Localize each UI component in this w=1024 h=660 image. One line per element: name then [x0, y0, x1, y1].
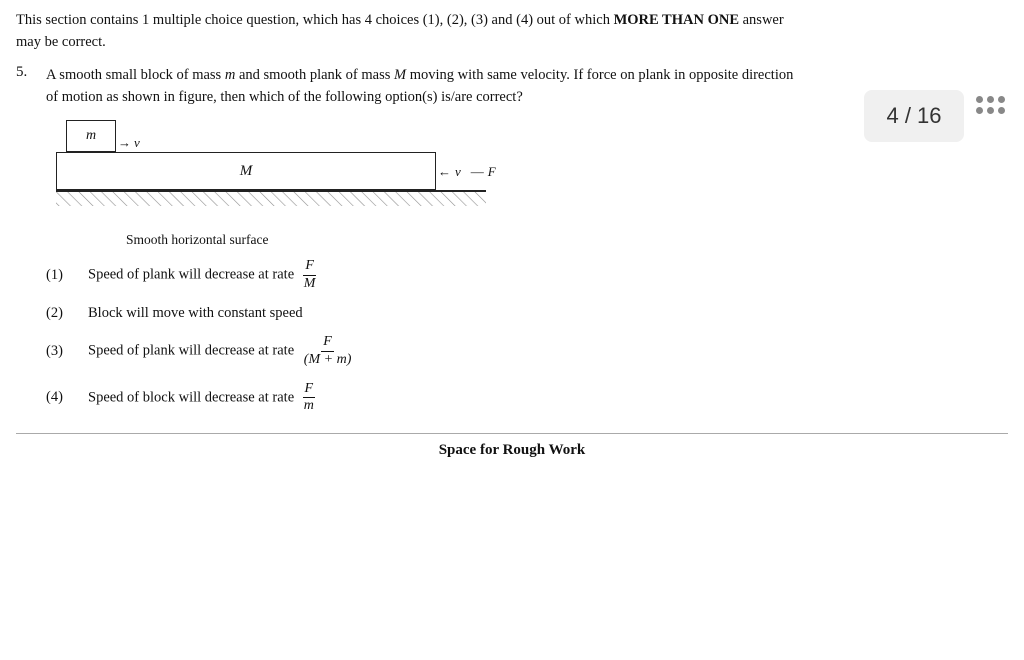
footer-label: Space for Rough Work — [439, 442, 586, 458]
intro-section: This section contains 1 multiple choice … — [16, 10, 796, 54]
fraction-numerator-4: F — [303, 381, 316, 399]
block-m: m — [66, 120, 116, 152]
fraction-numerator-3: F — [321, 334, 334, 352]
fraction-denominator-3: (M + m) — [302, 352, 354, 369]
options-list: (1) Speed of plank will decrease at rate… — [46, 258, 806, 415]
option-4-text: Speed of block will decrease at rate F m — [88, 381, 316, 416]
figure-container: m → v M ← v — F — [56, 118, 576, 228]
option-3-num: (3) — [46, 343, 74, 360]
force-F-label: F — [488, 164, 496, 180]
question-content: A smooth small block of mass m and smoot… — [46, 64, 806, 416]
page: This section contains 1 multiple choice … — [0, 0, 1024, 660]
dot-6 — [998, 107, 1005, 114]
force-area: ← v — F — [438, 164, 496, 180]
option-4-num: (4) — [46, 389, 74, 406]
question-block: 5. A smooth small block of mass m and sm… — [16, 64, 1008, 416]
emphasis-text: MORE THAN ONE — [614, 12, 739, 28]
dot-1 — [976, 96, 983, 103]
plank-M-label: M — [240, 163, 253, 180]
plank-M: M — [56, 152, 436, 190]
dot-2 — [987, 96, 994, 103]
fraction-denominator-4: m — [302, 398, 316, 415]
force-label: — — [471, 164, 484, 180]
hatch-svg — [56, 192, 486, 206]
dot-3 — [998, 96, 1005, 103]
figure-caption: Smooth horizontal surface — [126, 232, 268, 248]
option-1[interactable]: (1) Speed of plank will decrease at rate… — [46, 258, 806, 293]
score-display: 4 / 16 — [886, 103, 941, 129]
velocity-arrow-m: → v — [118, 135, 140, 151]
dot-5 — [987, 107, 994, 114]
option-2-num: (2) — [46, 305, 74, 322]
fraction-F-over-m: F m — [302, 381, 316, 416]
arrow-right-icon: → — [118, 135, 131, 151]
option-1-text: Speed of plank will decrease at rate F M — [88, 258, 317, 293]
fraction-denominator: M — [302, 276, 318, 293]
option-3-text: Speed of plank will decrease at rate F (… — [88, 334, 353, 369]
question-number: 5. — [16, 64, 36, 81]
velocity-label-m: v — [134, 135, 140, 151]
block-m-label: m — [86, 128, 96, 144]
question-text: A smooth small block of mass m and smoot… — [46, 64, 806, 109]
option-4[interactable]: (4) Speed of block will decrease at rate… — [46, 381, 806, 416]
fraction-numerator: F — [303, 258, 316, 276]
footer-rough-work: Space for Rough Work — [16, 433, 1008, 459]
dot-4 — [976, 107, 983, 114]
velocity-v-label: v — [455, 164, 461, 180]
dots-menu-icon[interactable] — [976, 96, 1006, 115]
intro-text: This section contains 1 multiple choice … — [16, 12, 784, 50]
fraction-F-over-Mm: F (M + m) — [302, 334, 354, 369]
arrow-left-icon: ← — [438, 164, 451, 180]
figure-area: m → v M ← v — F — [46, 118, 806, 248]
option-2-text: Block will move with constant speed — [88, 305, 303, 322]
score-badge: 4 / 16 — [864, 90, 964, 142]
option-2[interactable]: (2) Block will move with constant speed — [46, 305, 806, 322]
fraction-F-over-M: F M — [302, 258, 318, 293]
option-3[interactable]: (3) Speed of plank will decrease at rate… — [46, 334, 806, 369]
ground-hatch — [56, 192, 486, 206]
option-1-num: (1) — [46, 267, 74, 284]
